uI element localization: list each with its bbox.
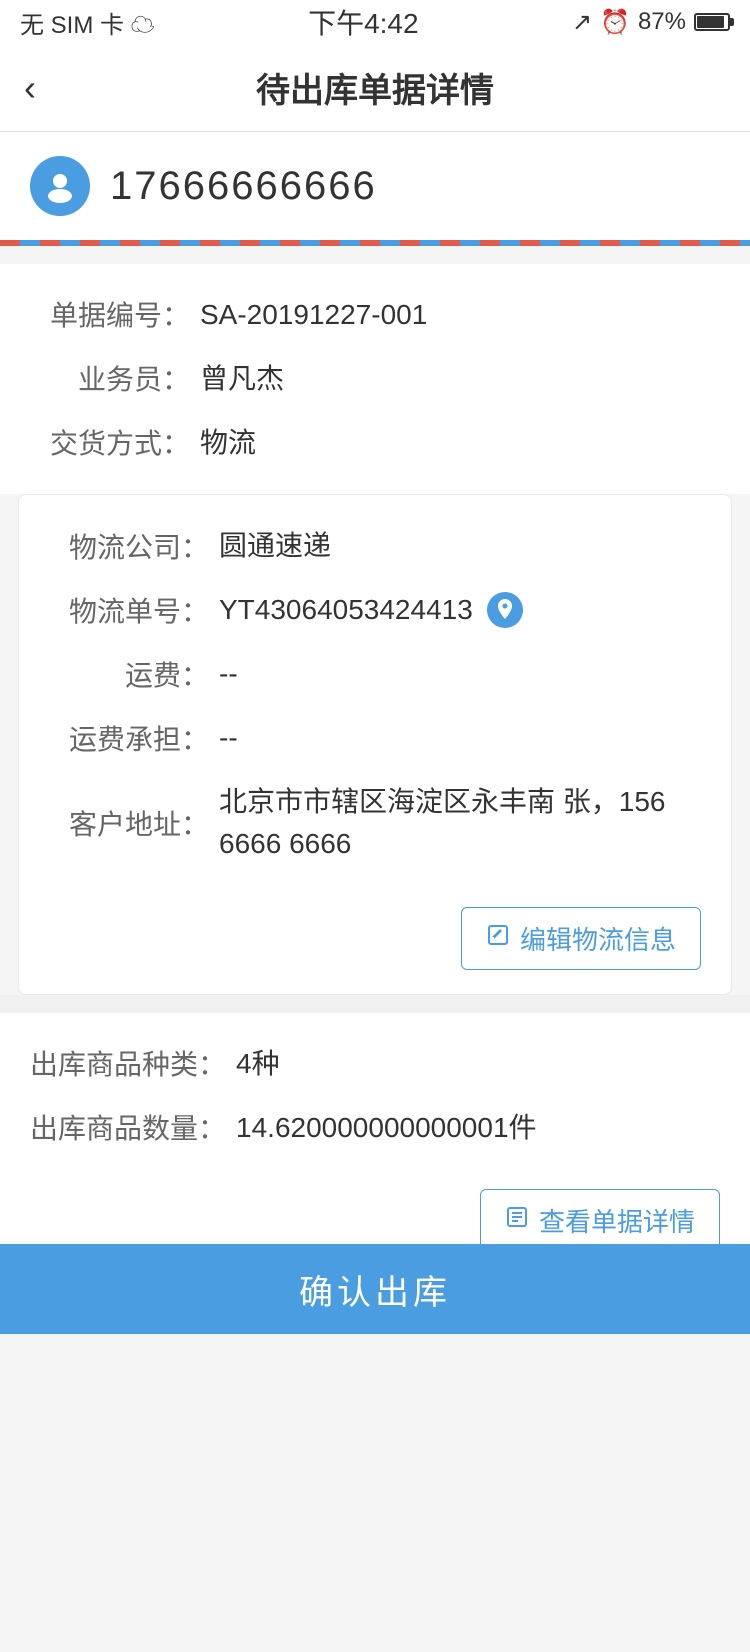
address-row: 客户地址： 北京市市辖区海淀区永丰南 张，156 6666 6666 (49, 781, 701, 865)
doc-number-value: SA-20191227-001 (200, 294, 720, 336)
page-title: 待出库单据详情 (256, 63, 494, 112)
battery-icon (694, 13, 730, 31)
confirm-outbound-label: 确认出库 (299, 1265, 451, 1314)
status-bar: 无 SIM 卡 ☁ 下午4:42 ↗ ⏰ 87% (0, 0, 750, 44)
salesperson-row: 业务员： 曾凡杰 (30, 358, 720, 400)
goods-quantity-label: 出库商品数量： (30, 1107, 226, 1147)
gray-divider (0, 995, 750, 1013)
goods-section: 出库商品种类： 4种 出库商品数量： 14.620000000000001件 (0, 1013, 750, 1179)
status-left: 无 SIM 卡 ☁ (20, 5, 155, 40)
goods-quantity-row: 出库商品数量： 14.620000000000001件 (30, 1107, 720, 1149)
dashed-divider (0, 240, 750, 246)
address-label: 客户地址： (49, 803, 209, 843)
document-info-section: 单据编号： SA-20191227-001 业务员： 曾凡杰 交货方式： 物流 (0, 264, 750, 494)
goods-type-row: 出库商品种类： 4种 (30, 1043, 720, 1085)
freight-row: 运费： -- (49, 653, 701, 695)
edit-logistics-button[interactable]: 编辑物流信息 (461, 907, 701, 970)
status-time: 下午4:42 (308, 2, 419, 42)
goods-type-label: 出库商品种类： (30, 1043, 226, 1083)
confirm-outbound-button[interactable]: 确认出库 (0, 1244, 750, 1334)
freight-label: 运费： (49, 654, 209, 694)
logistics-tracking-value: YT43064053424413 (219, 589, 701, 631)
nav-bar: ‹ 待出库单据详情 (0, 44, 750, 132)
delivery-method-label: 交货方式： (30, 422, 190, 462)
address-value: 北京市市辖区海淀区永丰南 张，156 6666 6666 (219, 781, 701, 865)
user-phone: 17666666666 (110, 164, 377, 209)
status-right: ↗ ⏰ 87% (572, 8, 730, 37)
salesperson-value: 曾凡杰 (200, 358, 720, 400)
list-icon (505, 1205, 529, 1236)
goods-quantity-value: 14.620000000000001件 (236, 1107, 720, 1149)
logistics-tracking-label: 物流单号： (49, 590, 209, 630)
salesperson-label: 业务员： (30, 358, 190, 398)
doc-number-row: 单据编号： SA-20191227-001 (30, 294, 720, 336)
logistics-tracking-row: 物流单号： YT43064053424413 (49, 589, 701, 631)
edit-icon (486, 923, 510, 954)
freight-bearer-row: 运费承担： -- (49, 717, 701, 759)
logistics-company-row: 物流公司： 圆通速递 (49, 525, 701, 567)
content: 17666666666 单据编号： SA-20191227-001 业务员： 曾… (0, 132, 750, 1652)
location-indicator: ↗ (572, 8, 592, 37)
freight-value: -- (219, 653, 701, 695)
delivery-method-row: 交货方式： 物流 (30, 422, 720, 464)
view-detail-button[interactable]: 查看单据详情 (480, 1189, 720, 1252)
edit-logistics-label: 编辑物流信息 (520, 920, 676, 957)
sim-status: 无 SIM 卡 ☁ (20, 5, 155, 40)
view-detail-label: 查看单据详情 (539, 1202, 695, 1239)
doc-number-label: 单据编号： (30, 294, 190, 334)
logistics-company-value: 圆通速递 (219, 525, 701, 567)
user-info-row: 17666666666 (0, 132, 750, 240)
logistics-card: 物流公司： 圆通速递 物流单号： YT43064053424413 运费： -- (18, 494, 732, 995)
battery-percent: 87% (638, 8, 686, 36)
freight-bearer-value: -- (219, 717, 701, 759)
freight-bearer-label: 运费承担： (49, 718, 209, 758)
goods-type-value: 4种 (236, 1043, 720, 1085)
avatar (30, 156, 90, 216)
delivery-method-value: 物流 (200, 422, 720, 464)
logistics-company-label: 物流公司： (49, 526, 209, 566)
back-button[interactable]: ‹ (24, 67, 36, 109)
alarm-icon: ⏰ (600, 8, 630, 37)
location-pin-icon[interactable] (487, 592, 523, 628)
